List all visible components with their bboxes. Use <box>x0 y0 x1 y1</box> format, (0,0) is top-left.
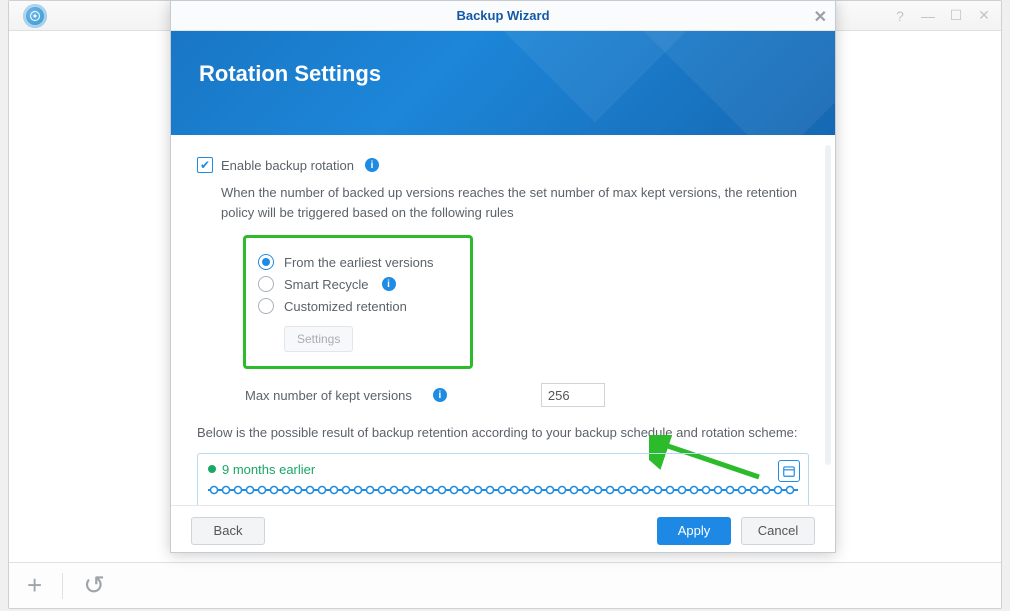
info-icon[interactable]: i <box>382 277 396 291</box>
dialog-body: ✔ Enable backup rotation i When the numb… <box>171 135 835 505</box>
dialog-title: Backup Wizard <box>456 8 549 23</box>
minimize-icon[interactable]: — <box>921 9 935 23</box>
radio-smart-label: Smart Recycle <box>284 277 369 292</box>
backup-wizard-dialog: Backup Wizard ✕ Rotation Settings ✔ Enab… <box>170 0 836 553</box>
calendar-icon[interactable] <box>778 460 800 482</box>
timeline-start-label: 9 months earlier <box>222 462 315 477</box>
max-versions-input[interactable] <box>541 383 605 407</box>
rotation-description: When the number of backed up versions re… <box>221 183 809 223</box>
radio-custom-retention[interactable] <box>258 298 274 314</box>
timeline-start-dot-icon <box>208 465 216 473</box>
enable-rotation-label: Enable backup rotation <box>221 158 354 173</box>
annotation-highlight-box: From the earliest versions Smart Recycle… <box>243 235 473 369</box>
scrollbar[interactable] <box>825 145 831 465</box>
info-icon[interactable]: i <box>433 388 447 402</box>
page-title: Rotation Settings <box>199 61 807 87</box>
retention-timeline: 9 months earlier <box>197 453 809 505</box>
back-button[interactable]: Back <box>191 517 265 545</box>
apply-button[interactable]: Apply <box>657 517 731 545</box>
enable-rotation-checkbox[interactable]: ✔ <box>197 157 213 173</box>
maximize-icon[interactable]: ☐ <box>949 9 963 23</box>
retention-settings-button: Settings <box>284 326 353 352</box>
timeline-track <box>208 485 798 495</box>
dialog-header: Rotation Settings <box>171 31 835 135</box>
max-versions-label: Max number of kept versions <box>245 388 412 403</box>
dialog-close-icon[interactable]: ✕ <box>814 7 827 27</box>
close-icon[interactable]: ✕ <box>977 9 991 23</box>
radio-earliest-label: From the earliest versions <box>284 255 434 270</box>
info-icon[interactable]: i <box>365 158 379 172</box>
radio-custom-label: Customized retention <box>284 299 407 314</box>
app-logo-icon <box>23 4 47 28</box>
dialog-titlebar: Backup Wizard ✕ <box>171 1 835 31</box>
add-icon[interactable]: + <box>27 570 42 601</box>
dialog-footer: Back Apply Cancel <box>171 505 835 555</box>
radio-earliest[interactable] <box>258 254 274 270</box>
parent-bottombar: + ↺ <box>9 562 1001 608</box>
help-icon[interactable]: ? <box>893 9 907 23</box>
radio-smart-recycle[interactable] <box>258 276 274 292</box>
history-icon[interactable]: ↺ <box>83 570 105 601</box>
cancel-button[interactable]: Cancel <box>741 517 815 545</box>
